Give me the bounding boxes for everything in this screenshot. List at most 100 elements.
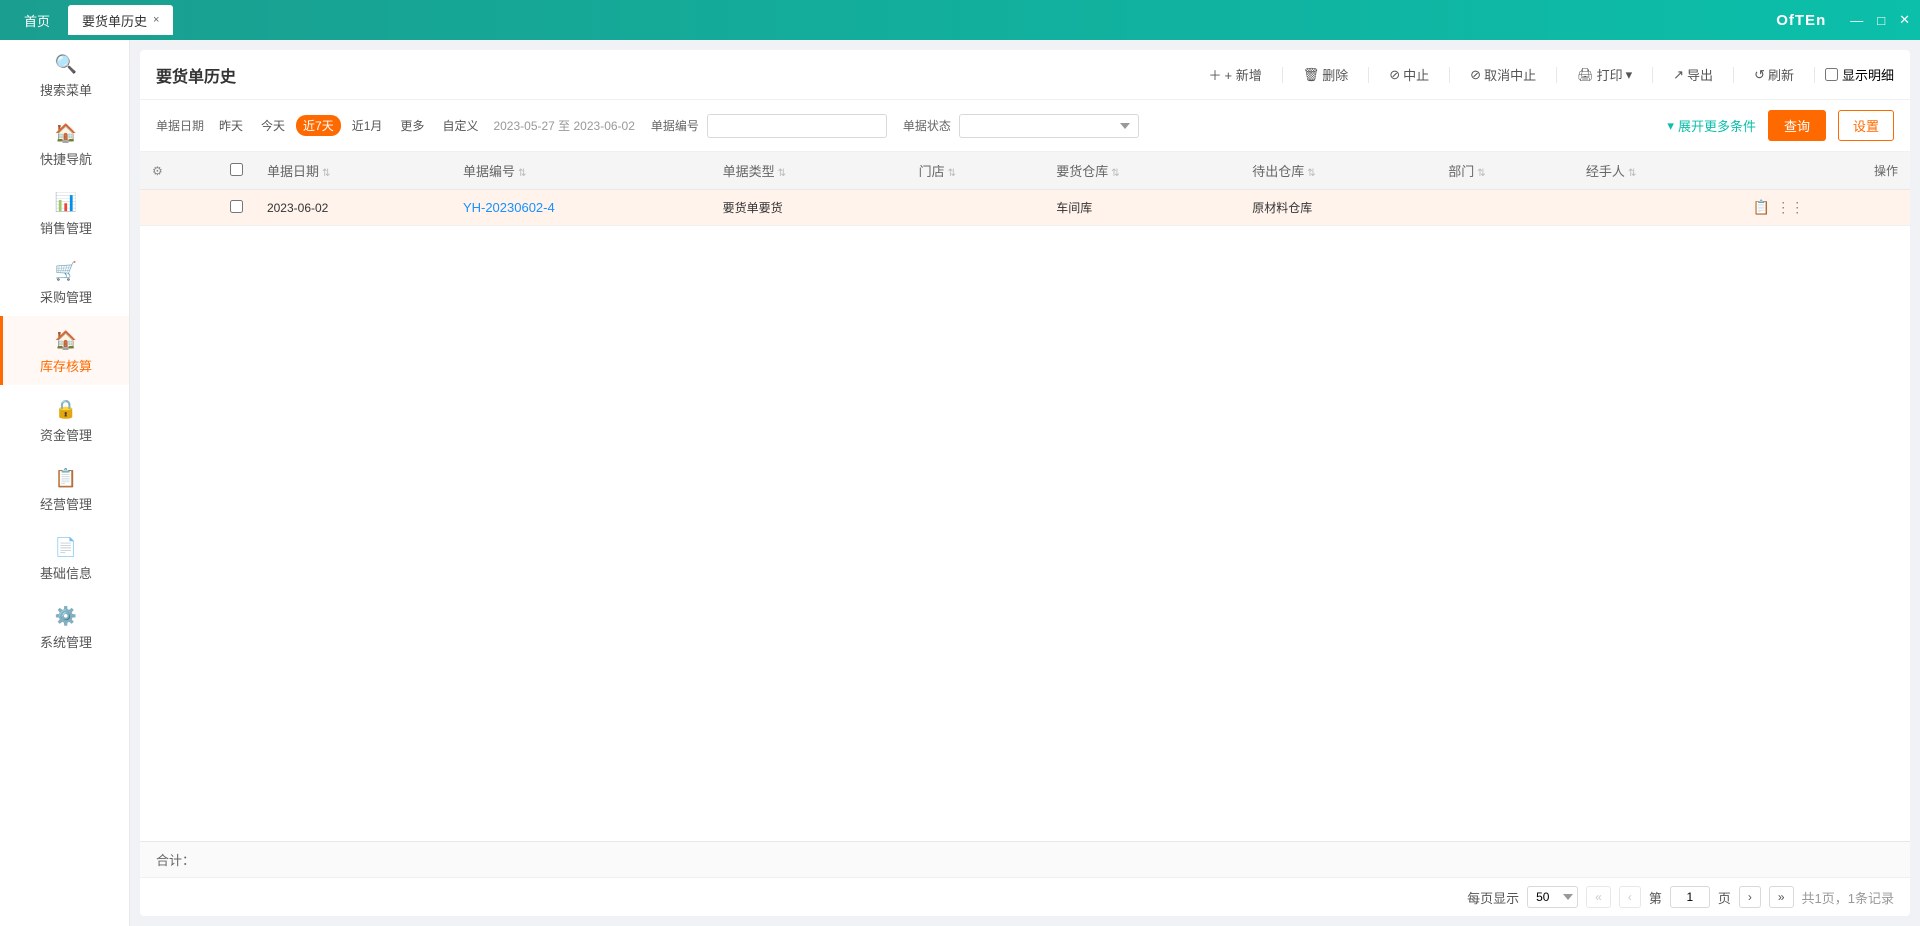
row-pending-warehouse: 原材料仓库 — [1240, 190, 1436, 226]
date-option-more[interactable]: 更多 — [393, 115, 431, 136]
filter-status-label: 单据状态 — [903, 117, 951, 134]
sort-doc-date-icon[interactable]: ⇅ — [322, 168, 330, 179]
nav-icon: 🏠 — [55, 123, 77, 144]
data-table: ⚙ 单据日期⇅ 单据编号⇅ 单据类型⇅ 门店⇅ 要货仓库⇅ 待出仓库⇅ 部门⇅ … — [140, 152, 1910, 226]
th-doc-type: 单据类型⇅ — [711, 152, 907, 190]
toolbar: ＋ + 新增 🗑 删除 ⊘ 中止 ⊘ — [1198, 60, 1894, 89]
row-settings — [140, 190, 218, 226]
th-operation: 操作 — [1741, 152, 1910, 190]
tab-home-label: 首页 — [24, 11, 50, 30]
last-page-button[interactable]: » — [1769, 886, 1794, 908]
select-all-checkbox[interactable] — [230, 163, 243, 176]
row-more-icon[interactable]: ⋮⋮ — [1776, 199, 1804, 216]
content-area: 要货单历史 ＋ + 新增 🗑 删除 ⊘ 中止 — [130, 40, 1920, 926]
doc-no-link[interactable]: YH-20230602-4 — [463, 200, 555, 215]
delete-label: 删除 — [1322, 65, 1348, 84]
print-button[interactable]: 🖨 打印 ▾ — [1567, 60, 1642, 89]
prev-page-button[interactable]: ‹ — [1619, 886, 1641, 908]
sidebar-item-operations[interactable]: 📋 经营管理 — [0, 454, 129, 523]
display-detail-label: 显示明细 — [1842, 65, 1894, 84]
page-header: 要货单历史 ＋ + 新增 🗑 删除 ⊘ 中止 — [140, 50, 1910, 100]
sort-shop-icon[interactable]: ⇅ — [948, 168, 956, 179]
sidebar-item-sales[interactable]: 📊 销售管理 — [0, 178, 129, 247]
sidebar-item-purchase[interactable]: 🛒 采购管理 — [0, 247, 129, 316]
cancel-stop-button[interactable]: ⊘ 取消中止 — [1460, 60, 1546, 89]
display-detail-checkbox[interactable] — [1825, 68, 1838, 81]
row-select-checkbox[interactable] — [230, 200, 243, 213]
row-doc-date: 2023-06-02 — [255, 190, 451, 226]
sort-handler-icon[interactable]: ⇅ — [1628, 168, 1636, 179]
first-page-button[interactable]: « — [1586, 886, 1611, 908]
date-option-custom[interactable]: 自定义 — [435, 115, 485, 136]
filter-date-options: 昨天 今天 近7天 近1月 更多 自定义 — [212, 115, 485, 136]
row-doc-no[interactable]: YH-20230602-4 — [451, 190, 711, 226]
row-shop — [907, 190, 1045, 226]
sort-doc-type-icon[interactable]: ⇅ — [778, 168, 786, 179]
date-option-last-month[interactable]: 近1月 — [345, 115, 390, 136]
maximize-icon[interactable]: □ — [1877, 13, 1885, 28]
refresh-button[interactable]: ↺ 刷新 — [1744, 60, 1804, 89]
sidebar-item-system[interactable]: ⚙️ 系统管理 — [0, 592, 129, 661]
th-settings: ⚙ — [140, 152, 218, 190]
row-req-warehouse: 车间库 — [1044, 190, 1240, 226]
sort-req-warehouse-icon[interactable]: ⇅ — [1111, 168, 1119, 179]
sort-pending-warehouse-icon[interactable]: ⇅ — [1307, 168, 1315, 179]
sidebar-item-finance-label: 资金管理 — [40, 425, 92, 444]
stop-label: 中止 — [1403, 65, 1429, 84]
search-icon: 🔍 — [55, 54, 77, 75]
stop-button[interactable]: ⊘ 中止 — [1379, 60, 1439, 89]
th-doc-no: 单据编号⇅ — [451, 152, 711, 190]
divider-1 — [1282, 67, 1283, 83]
sort-dept-icon[interactable]: ⇅ — [1477, 168, 1485, 179]
delete-button[interactable]: 🗑 删除 — [1293, 60, 1359, 89]
th-pending-warehouse: 待出仓库⇅ — [1240, 152, 1436, 190]
date-option-today[interactable]: 今天 — [254, 115, 292, 136]
close-window-icon[interactable]: ✕ — [1899, 12, 1910, 28]
tab-close-icon[interactable]: × — [153, 14, 159, 26]
filter-status-select[interactable] — [959, 114, 1139, 138]
sidebar-item-purchase-label: 采购管理 — [40, 287, 92, 306]
sidebar-item-search[interactable]: 🔍 搜索菜单 — [0, 40, 129, 109]
sort-doc-no-icon[interactable]: ⇅ — [518, 168, 526, 179]
tab-home[interactable]: 首页 — [10, 5, 64, 35]
page-size-label: 每页显示 — [1467, 888, 1519, 907]
tab-history[interactable]: 要货单历史 × — [68, 5, 173, 35]
total-info: 共1页，1条记录 — [1802, 888, 1894, 907]
date-option-yesterday[interactable]: 昨天 — [212, 115, 250, 136]
finance-icon: 🔒 — [55, 399, 77, 420]
filter-docno-label: 单据编号 — [651, 117, 699, 134]
new-button[interactable]: ＋ + 新增 — [1198, 60, 1271, 89]
top-bar: 首页 要货单历史 × OfTEn — □ ✕ — [0, 0, 1920, 40]
basic-icon: 📄 — [55, 537, 77, 558]
purchase-icon: 🛒 — [55, 261, 77, 282]
sidebar-item-inventory[interactable]: 🏠 库存核算 — [0, 316, 129, 385]
sidebar-item-nav[interactable]: 🏠 快捷导航 — [0, 109, 129, 178]
th-shop: 门店⇅ — [907, 152, 1045, 190]
refresh-label: 刷新 — [1768, 65, 1794, 84]
row-edit-icon[interactable]: 📋 — [1753, 199, 1770, 216]
cancel-stop-icon: ⊘ — [1470, 67, 1481, 83]
sidebar-item-finance[interactable]: 🔒 资金管理 — [0, 385, 129, 454]
export-icon: ↗ — [1673, 67, 1684, 83]
expand-more-btn[interactable]: ▾ 展开更多条件 — [1667, 116, 1756, 135]
page-size-select[interactable]: 50 20 100 200 — [1527, 886, 1578, 908]
brand-label: OfTEn — [1776, 12, 1826, 29]
current-page-input[interactable] — [1670, 886, 1710, 908]
refresh-icon: ↺ — [1754, 67, 1765, 83]
divider-3 — [1449, 67, 1450, 83]
sidebar-item-basic[interactable]: 📄 基础信息 — [0, 523, 129, 592]
query-button[interactable]: 查询 — [1768, 110, 1826, 141]
divider-5 — [1652, 67, 1653, 83]
date-option-last7[interactable]: 近7天 — [296, 115, 341, 136]
expand-label: 展开更多条件 — [1678, 116, 1756, 135]
export-button[interactable]: ↗ 导出 — [1663, 60, 1723, 89]
setting-button[interactable]: 设置 — [1838, 110, 1894, 141]
filter-docno-input[interactable] — [707, 114, 887, 138]
filter-docno-group: 单据编号 — [651, 114, 887, 138]
next-page-button[interactable]: › — [1739, 886, 1761, 908]
tab-list: 首页 要货单历史 × — [10, 5, 1776, 35]
minimize-icon[interactable]: — — [1850, 13, 1863, 28]
row-checkbox[interactable] — [218, 190, 255, 226]
stop-icon: ⊘ — [1389, 67, 1400, 83]
display-detail-toggle[interactable]: 显示明细 — [1825, 65, 1894, 84]
